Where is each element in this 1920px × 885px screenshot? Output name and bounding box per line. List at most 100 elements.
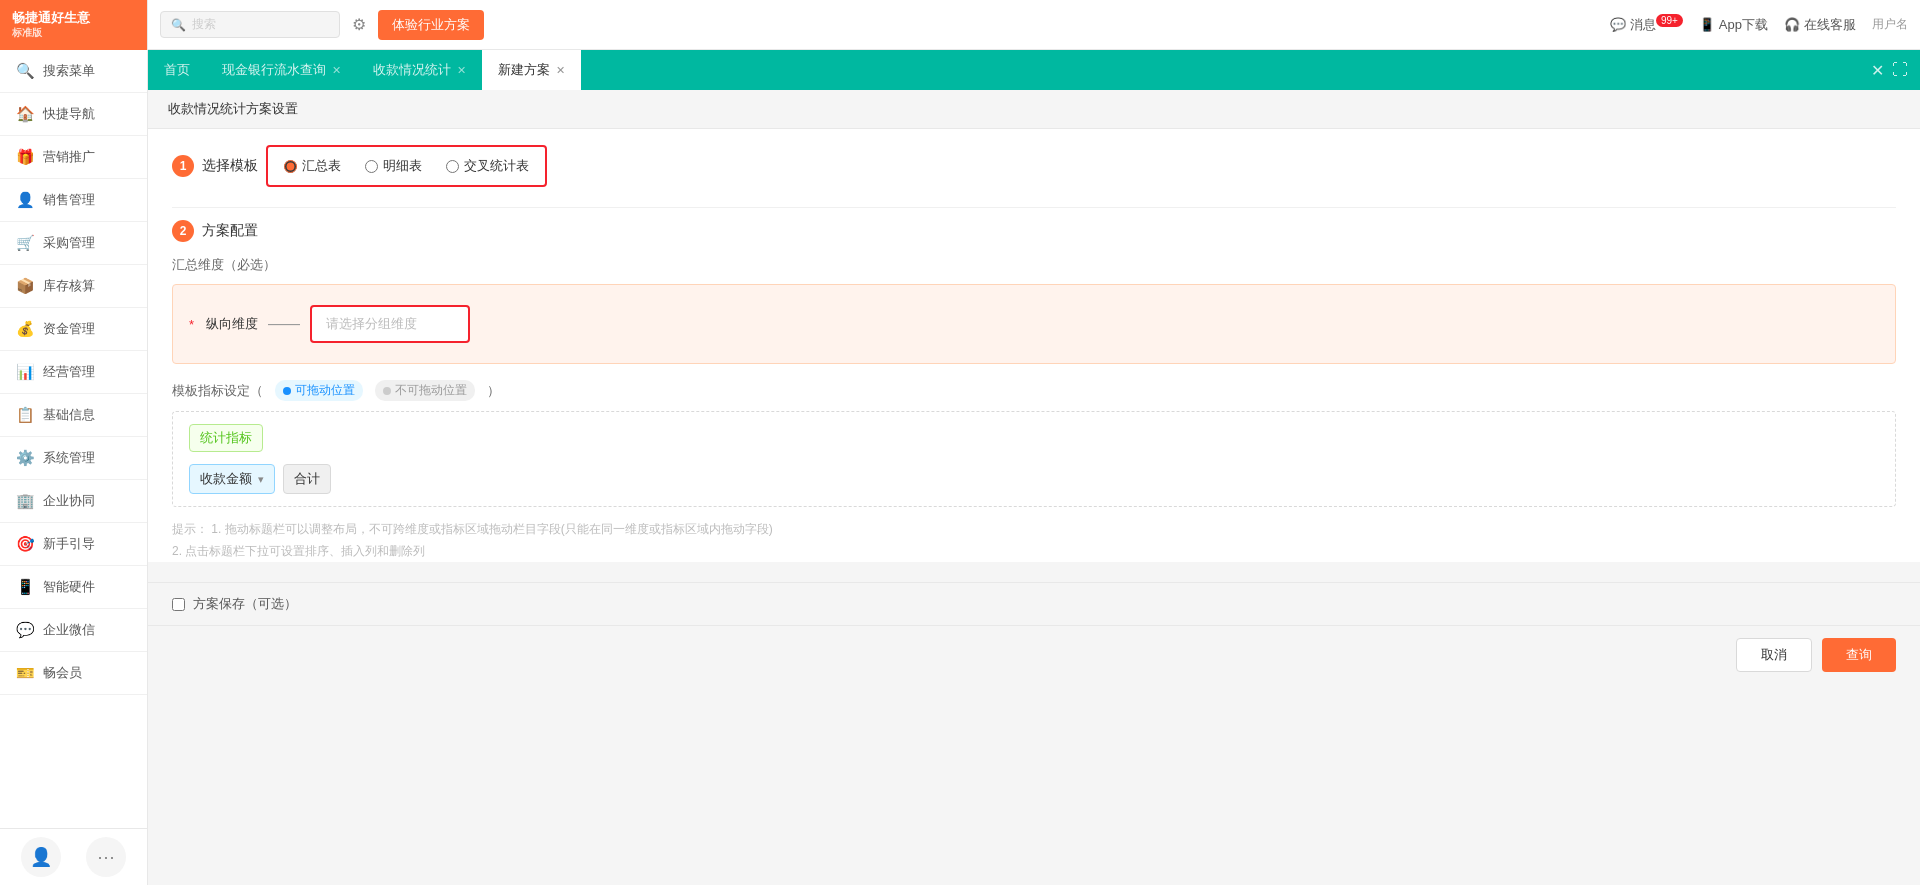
radio-summary[interactable]: 汇总表 xyxy=(284,157,341,175)
main-area: 🔍 搜索 ⚙ 体验行业方案 💬 消息 99+ 📱 App下载 🎧 在线客服 用户… xyxy=(148,0,1920,885)
message-icon: 💬 xyxy=(1610,17,1626,32)
sidebar-item-finance[interactable]: 💰 资金管理 xyxy=(0,308,147,351)
sidebar-item-system[interactable]: ⚙️ 系统管理 xyxy=(0,437,147,480)
sidebar-item-label: 采购管理 xyxy=(43,234,95,252)
sidebar-avatar-btn[interactable]: 👤 xyxy=(21,837,61,877)
step1-label: 选择模板 xyxy=(202,157,258,175)
radio-cross[interactable]: 交叉统计表 xyxy=(446,157,529,175)
sidebar-item-label: 搜索菜单 xyxy=(43,62,95,80)
page-title: 收款情况统计方案设置 xyxy=(148,90,1920,129)
topbar: 🔍 搜索 ⚙ 体验行业方案 💬 消息 99+ 📱 App下载 🎧 在线客服 用户… xyxy=(148,0,1920,50)
radio-detail-input[interactable] xyxy=(365,160,378,173)
sidebar-bottom: 👤 ⋯ xyxy=(0,828,147,885)
radio-detail-label: 明细表 xyxy=(383,157,422,175)
settings-icon: ⚙️ xyxy=(16,449,35,467)
step2-header: 2 方案配置 xyxy=(172,220,1896,242)
divider1 xyxy=(172,207,1896,208)
sidebar-item-label: 资金管理 xyxy=(43,320,95,338)
dimension-row: * 纵向维度 —— 请选择分组维度 xyxy=(189,305,1879,343)
non-draggable-badge: 不可拖动位置 xyxy=(375,380,475,401)
metric-subtag-label: 合计 xyxy=(294,471,320,486)
required-star: * xyxy=(189,317,194,332)
dimension-select[interactable]: 请选择分组维度 xyxy=(310,305,470,343)
sidebar-item-inventory[interactable]: 📦 库存核算 xyxy=(0,265,147,308)
sidebar-item-label: 销售管理 xyxy=(43,191,95,209)
tab-home[interactable]: 首页 xyxy=(148,50,206,90)
save-label: 方案保存（可选） xyxy=(193,595,297,613)
app-download-btn[interactable]: 📱 App下载 xyxy=(1699,16,1768,34)
sidebar-item-marketing[interactable]: 🎁 营销推广 xyxy=(0,136,147,179)
step2-section: 2 方案配置 汇总维度（必选） * 纵向维度 —— 请选择分组维度 xyxy=(172,220,1896,562)
sidebar-item-hardware[interactable]: 📱 智能硬件 xyxy=(0,566,147,609)
tabs-close-icon[interactable]: ✕ xyxy=(1871,61,1884,80)
dimension-placeholder: 请选择分组维度 xyxy=(326,316,417,331)
tab-collection-stat[interactable]: 收款情况统计 ✕ xyxy=(357,50,482,90)
template-options-box: 汇总表 明细表 交叉统计表 xyxy=(266,145,547,187)
sidebar-item-label: 智能硬件 xyxy=(43,578,95,596)
topbar-search-icon: 🔍 xyxy=(171,18,186,32)
topbar-gear-icon[interactable]: ⚙ xyxy=(352,15,366,34)
save-section: 方案保存（可选） xyxy=(148,582,1920,625)
tabs-actions: ✕ ⛶ xyxy=(1871,61,1920,80)
message-btn[interactable]: 💬 消息 99+ xyxy=(1610,16,1683,34)
cancel-button[interactable]: 取消 xyxy=(1736,638,1812,672)
metric-tag-label: 收款金额 xyxy=(200,470,252,488)
hint-area: 提示： 1. 拖动标题栏可以调整布局，不可跨维度或指标区域拖动栏目字段(只能在同… xyxy=(172,519,1896,562)
tabs-expand-icon[interactable]: ⛶ xyxy=(1892,61,1908,79)
search-icon: 🔍 xyxy=(16,62,35,80)
sidebar-item-basic[interactable]: 📋 基础信息 xyxy=(0,394,147,437)
topbar-search-box[interactable]: 🔍 搜索 xyxy=(160,11,340,38)
save-checkbox[interactable] xyxy=(172,598,185,611)
tab-new-plan[interactable]: 新建方案 ✕ xyxy=(482,50,581,90)
sidebar-item-label: 营销推广 xyxy=(43,148,95,166)
chart-icon: 📊 xyxy=(16,363,35,381)
service-icon: 🎧 xyxy=(1784,17,1800,32)
chat-icon: 💬 xyxy=(16,621,35,639)
app-download-label: App下载 xyxy=(1719,16,1768,34)
sidebar-item-label: 快捷导航 xyxy=(43,105,95,123)
sidebar-item-enterprise[interactable]: 🏢 企业协同 xyxy=(0,480,147,523)
cart-icon: 🛒 xyxy=(16,234,35,252)
radio-detail[interactable]: 明细表 xyxy=(365,157,422,175)
non-draggable-label: 不可拖动位置 xyxy=(395,382,467,399)
query-button[interactable]: 查询 xyxy=(1822,638,1896,672)
sidebar-item-operation[interactable]: 📊 经营管理 xyxy=(0,351,147,394)
message-badge: 99+ xyxy=(1656,14,1683,27)
metrics-header: 模板指标设定（ 可拖动位置 不可拖动位置 ） xyxy=(172,380,1896,401)
tab-bank-flow-label: 现金银行流水查询 xyxy=(222,61,326,79)
industry-btn[interactable]: 体验行业方案 xyxy=(378,10,484,40)
metrics-config-label-start: 模板指标设定（ xyxy=(172,382,263,400)
radio-cross-input[interactable] xyxy=(446,160,459,173)
sidebar-item-purchase[interactable]: 🛒 采购管理 xyxy=(0,222,147,265)
metric-tag-collection[interactable]: 收款金额 ▾ xyxy=(189,464,275,494)
metric-subtag-total[interactable]: 合计 xyxy=(283,464,331,494)
sidebar-item-quick-nav[interactable]: 🏠 快捷导航 xyxy=(0,93,147,136)
tab-bank-flow[interactable]: 现金银行流水查询 ✕ xyxy=(206,50,357,90)
home-icon: 🏠 xyxy=(16,105,35,123)
online-service-btn[interactable]: 🎧 在线客服 xyxy=(1784,16,1856,34)
step1-section: 1 选择模板 汇总表 明细表 交叉统计表 xyxy=(172,145,1896,187)
tab-collection-stat-close[interactable]: ✕ xyxy=(457,64,466,77)
tabs-bar: 首页 现金银行流水查询 ✕ 收款情况统计 ✕ 新建方案 ✕ ✕ ⛶ xyxy=(148,50,1920,90)
sidebar-item-label: 系统管理 xyxy=(43,449,95,467)
chevron-down-icon: ▾ xyxy=(258,473,264,486)
sidebar-item-guide[interactable]: 🎯 新手引导 xyxy=(0,523,147,566)
dimension-title: 汇总维度（必选） xyxy=(172,256,1896,274)
hint-line-1: 提示： 1. 拖动标题栏可以调整布局，不可跨维度或指标区域拖动栏目字段(只能在同… xyxy=(172,519,1896,541)
sidebar-item-search[interactable]: 🔍 搜索菜单 xyxy=(0,50,147,93)
tab-new-plan-label: 新建方案 xyxy=(498,61,550,79)
download-icon: 📱 xyxy=(1699,17,1715,32)
message-label: 消息 xyxy=(1630,16,1656,34)
dimension-area: * 纵向维度 —— 请选择分组维度 xyxy=(172,284,1896,364)
footer: 取消 查询 xyxy=(148,625,1920,684)
sidebar-item-weixin[interactable]: 💬 企业微信 xyxy=(0,609,147,652)
sidebar-item-label: 畅会员 xyxy=(43,664,82,682)
radio-summary-input[interactable] xyxy=(284,160,297,173)
tab-bank-flow-close[interactable]: ✕ xyxy=(332,64,341,77)
tab-new-plan-close[interactable]: ✕ xyxy=(556,64,565,77)
sidebar-item-member[interactable]: 🎫 畅会员 xyxy=(0,652,147,695)
sidebar-extra-btn[interactable]: ⋯ xyxy=(86,837,126,877)
tab-home-label: 首页 xyxy=(164,61,190,79)
hint-line-2: 2. 点击标题栏下拉可设置排序、插入列和删除列 xyxy=(172,541,1896,563)
sidebar-item-sales[interactable]: 👤 销售管理 xyxy=(0,179,147,222)
